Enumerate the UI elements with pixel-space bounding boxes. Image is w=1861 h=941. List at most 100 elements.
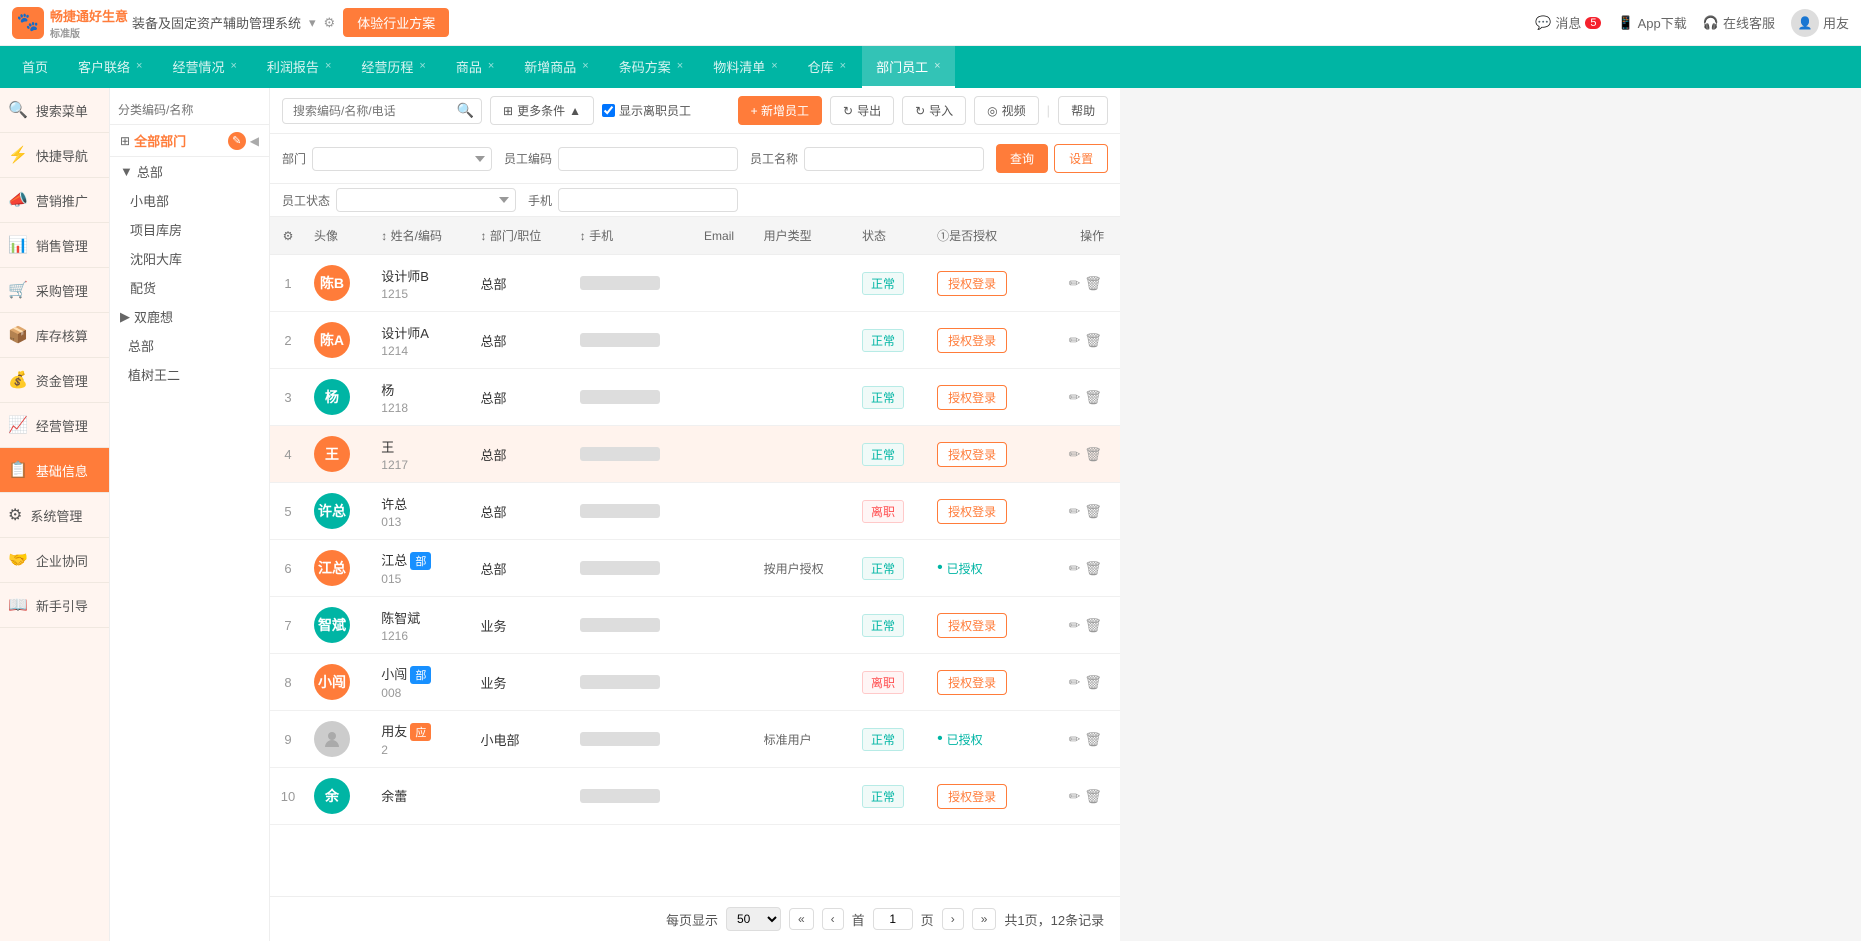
nav-item-collab[interactable]: 🤝 企业协同 — [0, 538, 109, 583]
message-action[interactable]: 💬 消息 5 — [1535, 13, 1601, 32]
tab-warehouse[interactable]: 仓库 × — [794, 46, 860, 88]
delete-btn[interactable]: 🗑 — [1082, 387, 1104, 408]
close-icon[interactable]: × — [136, 60, 142, 72]
delete-btn[interactable]: 🗑 — [1082, 273, 1104, 294]
nav-item-guide[interactable]: 📖 新手引导 — [0, 583, 109, 628]
dept-item-xiaodibu[interactable]: 小电部 — [110, 186, 269, 215]
show-resigned-checkbox[interactable]: 显示离职员工 — [602, 102, 691, 119]
dept-item-shenyang[interactable]: 沈阳大库 — [110, 244, 269, 273]
close-icon[interactable]: × — [677, 60, 683, 72]
dept-search-input[interactable] — [118, 103, 270, 117]
query-btn[interactable]: 查询 — [996, 144, 1048, 173]
last-page-btn[interactable]: » — [972, 908, 997, 930]
edit-btn[interactable]: ✏ — [1067, 786, 1083, 807]
auth-login-btn[interactable]: 授权登录 — [937, 784, 1007, 809]
nav-item-search[interactable]: 🔍 搜索菜单 — [0, 88, 109, 133]
delete-btn[interactable]: 🗑 — [1082, 444, 1104, 465]
set-btn[interactable]: 设置 — [1054, 144, 1108, 173]
delete-btn[interactable]: 🗑 — [1082, 558, 1104, 579]
dept-group-zongbu2[interactable]: 总部 — [110, 331, 269, 360]
edit-btn[interactable]: ✏ — [1067, 615, 1083, 636]
edit-dept-btn[interactable]: ✎ — [228, 132, 246, 150]
show-resigned-input[interactable] — [602, 104, 615, 117]
per-page-select[interactable]: 50 20 100 — [726, 907, 781, 931]
delete-btn[interactable]: 🗑 — [1082, 786, 1104, 807]
delete-btn[interactable]: 🗑 — [1082, 330, 1104, 351]
help-btn[interactable]: 帮助 — [1058, 96, 1108, 125]
auth-login-btn[interactable]: 授权登录 — [937, 670, 1007, 695]
dept-item-xiangmu[interactable]: 项目库房 — [110, 215, 269, 244]
dept-item-peihuo[interactable]: 配货 — [110, 273, 269, 302]
tab-home[interactable]: 首页 — [8, 46, 62, 88]
user-action[interactable]: 👤 用友 — [1791, 9, 1849, 37]
edit-btn[interactable]: ✏ — [1067, 330, 1083, 351]
auth-login-btn[interactable]: 授权登录 — [937, 442, 1007, 467]
close-icon[interactable]: × — [582, 60, 588, 72]
tab-add-goods[interactable]: 新增商品 × — [510, 46, 602, 88]
tab-dept-employee[interactable]: 部门员工 × — [862, 46, 954, 88]
th-dept[interactable]: ↕ 部门/职位 — [473, 217, 572, 255]
close-icon[interactable]: × — [840, 60, 846, 72]
nav-item-purchase[interactable]: 🛒 采购管理 — [0, 268, 109, 313]
online-service-action[interactable]: 🎧 在线客服 — [1703, 13, 1775, 32]
close-icon[interactable]: × — [934, 60, 940, 72]
auth-login-btn[interactable]: 授权登录 — [937, 613, 1007, 638]
delete-btn[interactable]: 🗑 — [1082, 615, 1104, 636]
experience-btn[interactable]: 体验行业方案 — [343, 8, 449, 37]
auth-login-btn[interactable]: 授权登录 — [937, 385, 1007, 410]
more-conditions-btn[interactable]: ⊞ 更多条件 ▲ — [490, 96, 594, 125]
auth-login-btn[interactable]: 授权登录 — [937, 271, 1007, 296]
emp-status-select[interactable] — [336, 188, 516, 212]
settings-icon[interactable]: ⚙ — [324, 15, 336, 31]
edit-btn[interactable]: ✏ — [1067, 672, 1083, 693]
emp-name-input[interactable] — [804, 147, 984, 171]
dropdown-icon[interactable]: ▾ — [309, 15, 316, 31]
video-btn[interactable]: ◎ 视频 — [974, 96, 1039, 125]
collapse-tree-btn[interactable]: ◀ — [250, 134, 259, 148]
edit-btn[interactable]: ✏ — [1067, 558, 1083, 579]
tab-barcode[interactable]: 条码方案 × — [605, 46, 697, 88]
page-input[interactable] — [873, 908, 913, 930]
close-icon[interactable]: × — [419, 60, 425, 72]
export-btn[interactable]: ↻ 导出 — [830, 96, 894, 125]
nav-item-biz[interactable]: 📈 经营管理 — [0, 403, 109, 448]
dept-group-zhishu[interactable]: 植树王二 — [110, 360, 269, 389]
next-page-btn[interactable]: › — [942, 908, 964, 930]
tab-history[interactable]: 经营历程 × — [347, 46, 439, 88]
nav-item-quick[interactable]: ⚡ 快捷导航 — [0, 133, 109, 178]
delete-btn[interactable]: 🗑 — [1082, 672, 1104, 693]
emp-code-input[interactable] — [558, 147, 738, 171]
phone-input[interactable] — [558, 188, 738, 212]
delete-btn[interactable]: 🗑 — [1082, 729, 1104, 750]
nav-item-system[interactable]: ⚙ 系统管理 — [0, 493, 109, 538]
prev-page-btn[interactable]: ‹ — [822, 908, 844, 930]
nav-item-marketing[interactable]: 📣 营销推广 — [0, 178, 109, 223]
delete-btn[interactable]: 🗑 — [1082, 501, 1104, 522]
tab-profit[interactable]: 利润报告 × — [253, 46, 345, 88]
edit-btn[interactable]: ✏ — [1067, 729, 1083, 750]
th-settings[interactable]: ⚙ — [270, 217, 306, 255]
first-page-btn[interactable]: « — [789, 908, 814, 930]
tab-customer[interactable]: 客户联络 × — [64, 46, 156, 88]
dept-group-zongbu[interactable]: ▼ 总部 — [110, 157, 269, 186]
import-btn[interactable]: ↻ 导入 — [902, 96, 966, 125]
tab-goods[interactable]: 商品 × — [442, 46, 508, 88]
search-input[interactable] — [282, 98, 482, 124]
edit-btn[interactable]: ✏ — [1067, 387, 1083, 408]
close-icon[interactable]: × — [771, 60, 777, 72]
th-name[interactable]: ↕ 姓名/编码 — [373, 217, 472, 255]
tab-bom[interactable]: 物料清单 × — [699, 46, 791, 88]
edit-btn[interactable]: ✏ — [1067, 444, 1083, 465]
edit-btn[interactable]: ✏ — [1067, 273, 1083, 294]
nav-item-basic[interactable]: 📋 基础信息 — [0, 448, 109, 493]
dept-group-shuangluxiang[interactable]: ▶ 双鹿想 — [110, 302, 269, 331]
auth-login-btn[interactable]: 授权登录 — [937, 499, 1007, 524]
close-icon[interactable]: × — [230, 60, 236, 72]
all-dept-label[interactable]: 全部部门 — [134, 131, 186, 150]
app-download-action[interactable]: 📱 App下载 — [1617, 13, 1686, 32]
nav-item-inventory[interactable]: 📦 库存核算 — [0, 313, 109, 358]
nav-item-sales[interactable]: 📊 销售管理 — [0, 223, 109, 268]
add-employee-btn[interactable]: + 新增员工 — [738, 96, 822, 125]
tab-operation[interactable]: 经营情况 × — [158, 46, 250, 88]
close-icon[interactable]: × — [325, 60, 331, 72]
